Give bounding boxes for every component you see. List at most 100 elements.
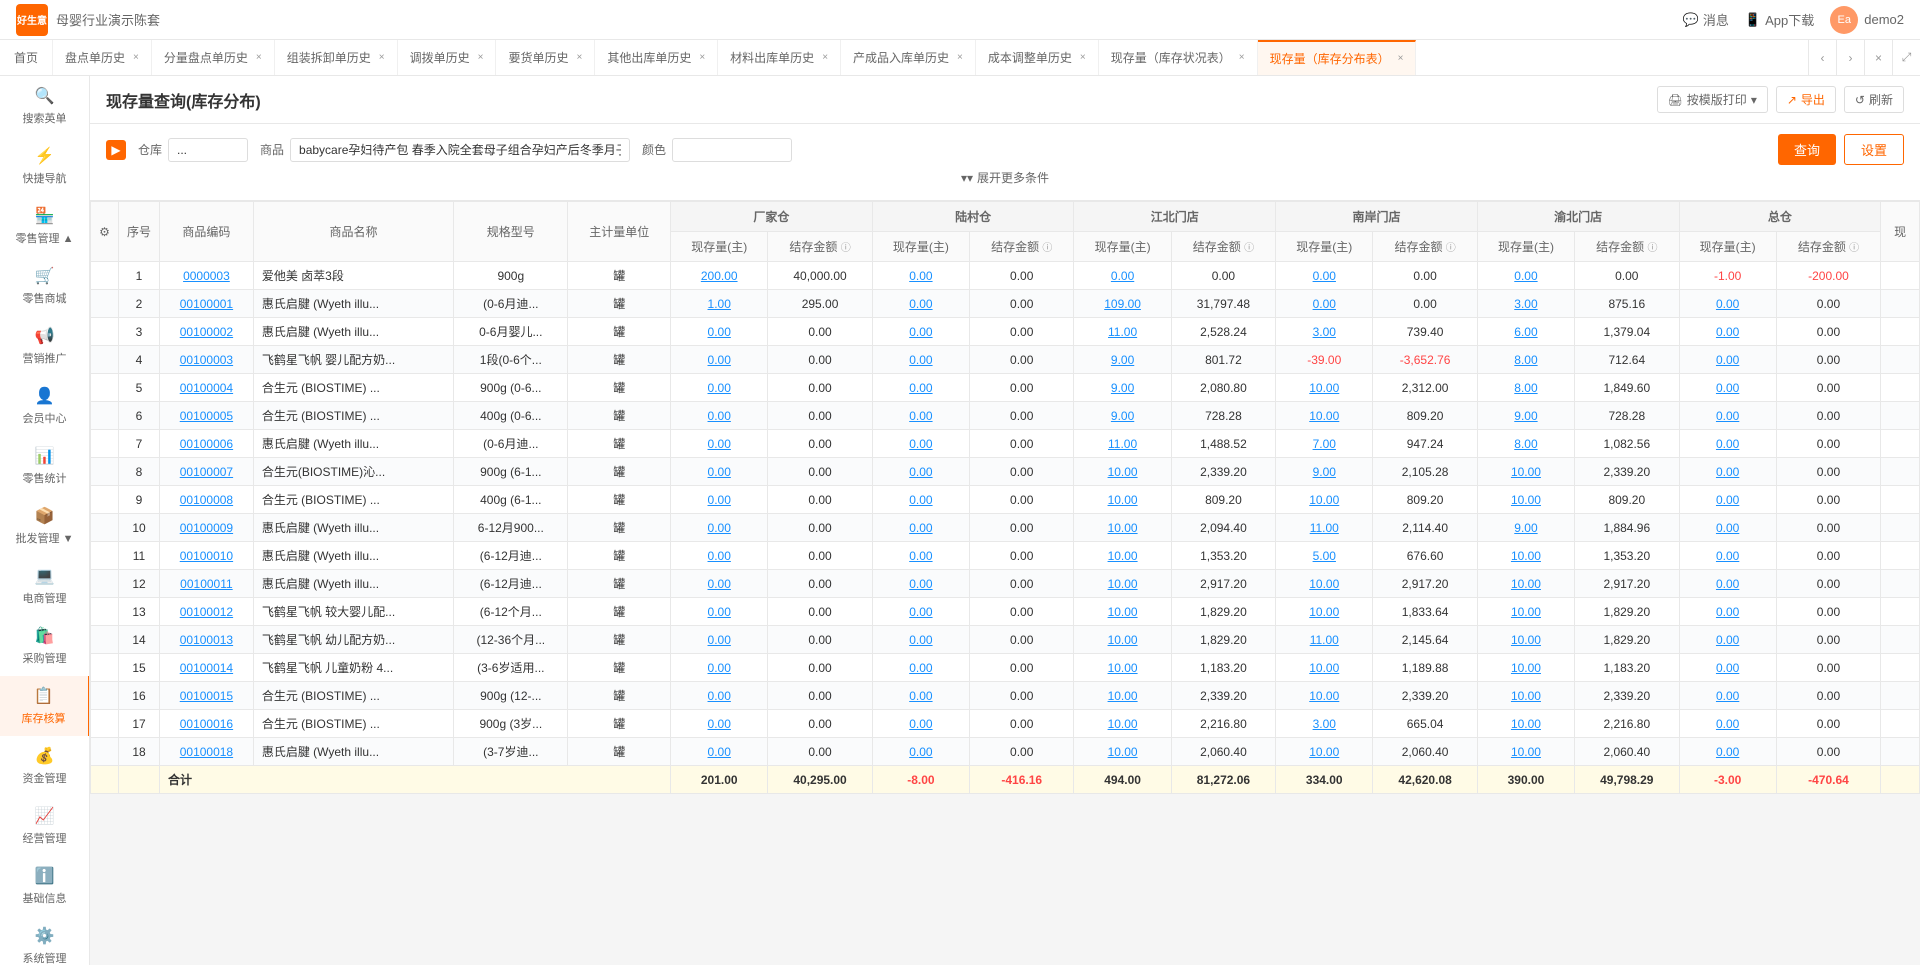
col-total-qty[interactable]: 0.00 xyxy=(1679,430,1776,458)
col-total-qty[interactable]: 0.00 xyxy=(1679,738,1776,766)
col-code[interactable]: 00100015 xyxy=(160,682,254,710)
col-total-qty[interactable]: 0.00 xyxy=(1679,710,1776,738)
nav-close-btn[interactable]: × xyxy=(1864,40,1892,76)
col-total-qty[interactable]: 0.00 xyxy=(1679,346,1776,374)
col-total-qty[interactable]: 0.00 xyxy=(1679,458,1776,486)
close-tab-5[interactable]: × xyxy=(576,52,582,63)
close-tab-4[interactable]: × xyxy=(478,52,484,63)
col-cf-qty[interactable]: 0.00 xyxy=(671,626,768,654)
col-code[interactable]: 00100002 xyxy=(160,318,254,346)
expand-more-btn[interactable]: ▾▾ 展开更多条件 xyxy=(961,169,1049,186)
col-jb-qty[interactable]: 11.00 xyxy=(1074,430,1171,458)
col-lc-qty[interactable]: 0.00 xyxy=(872,486,969,514)
sidebar-item-system[interactable]: ⚙️ 系统管理 xyxy=(0,916,90,965)
col-jb-qty[interactable]: 10.00 xyxy=(1074,570,1171,598)
col-code[interactable]: 00100009 xyxy=(160,514,254,542)
nav-tab-6[interactable]: 其他出库单历史 × xyxy=(595,40,718,76)
print-btn[interactable]: 🖨 按模版打印 ▾ xyxy=(1657,86,1768,113)
col-na-qty[interactable]: 10.00 xyxy=(1276,402,1373,430)
col-jb-qty[interactable]: 10.00 xyxy=(1074,654,1171,682)
query-btn[interactable]: 查询 xyxy=(1778,134,1836,165)
col-lc-qty[interactable]: 0.00 xyxy=(872,346,969,374)
col-total-qty[interactable]: 0.00 xyxy=(1679,654,1776,682)
col-cf-qty[interactable]: 0.00 xyxy=(671,486,768,514)
sidebar-item-ecommerce[interactable]: 💻 电商管理 xyxy=(0,556,90,616)
sidebar-item-wholesale[interactable]: 📦 批发管理 ▼ xyxy=(0,496,90,556)
col-yb-qty[interactable]: 10.00 xyxy=(1477,542,1574,570)
col-code[interactable]: 00100014 xyxy=(160,654,254,682)
col-total-qty[interactable]: 0.00 xyxy=(1679,486,1776,514)
col-yb-qty[interactable]: 9.00 xyxy=(1477,514,1574,542)
sidebar-item-member[interactable]: 👤 会员中心 xyxy=(0,376,90,436)
col-lc-qty[interactable]: 0.00 xyxy=(872,290,969,318)
col-jb-qty[interactable]: 10.00 xyxy=(1074,542,1171,570)
close-tab-2[interactable]: × xyxy=(256,52,262,63)
col-code[interactable]: 00100008 xyxy=(160,486,254,514)
sidebar-item-finance[interactable]: 💰 资金管理 xyxy=(0,736,90,796)
col-lc-qty[interactable]: 0.00 xyxy=(872,318,969,346)
user-area[interactable]: Ea demo2 xyxy=(1830,6,1904,34)
col-total-qty[interactable]: 0.00 xyxy=(1679,374,1776,402)
col-code[interactable]: 00100013 xyxy=(160,626,254,654)
col-na-qty[interactable]: 10.00 xyxy=(1276,598,1373,626)
sidebar-item-search[interactable]: 🔍 搜索英单 xyxy=(0,76,90,136)
col-jb-qty[interactable]: 10.00 xyxy=(1074,626,1171,654)
col-yb-qty[interactable]: 8.00 xyxy=(1477,374,1574,402)
col-code[interactable]: 00100016 xyxy=(160,710,254,738)
col-na-qty[interactable]: 3.00 xyxy=(1276,318,1373,346)
nav-tab-9[interactable]: 成本调整单历史 × xyxy=(976,40,1099,76)
col-lc-qty[interactable]: 0.00 xyxy=(872,542,969,570)
nav-tab-8[interactable]: 产成品入库单历史 × xyxy=(841,40,976,76)
col-total-qty[interactable]: -1.00 xyxy=(1679,262,1776,290)
col-na-qty[interactable]: 10.00 xyxy=(1276,374,1373,402)
col-na-qty[interactable]: 9.00 xyxy=(1276,458,1373,486)
warehouse-input[interactable] xyxy=(168,138,248,162)
sidebar-item-retail-stats[interactable]: 📊 零售统计 xyxy=(0,436,90,496)
col-jb-qty[interactable]: 9.00 xyxy=(1074,346,1171,374)
col-lc-qty[interactable]: 0.00 xyxy=(872,598,969,626)
yb-amt-info[interactable]: ⓘ xyxy=(1647,243,1657,254)
col-yb-qty[interactable]: 10.00 xyxy=(1477,626,1574,654)
col-total-qty[interactable]: 0.00 xyxy=(1679,542,1776,570)
sidebar-item-quicknav[interactable]: ⚡ 快捷导航 xyxy=(0,136,90,196)
col-yb-qty[interactable]: 3.00 xyxy=(1477,290,1574,318)
col-cf-qty[interactable]: 0.00 xyxy=(671,346,768,374)
nav-next-btn[interactable]: › xyxy=(1836,40,1864,76)
col-na-qty[interactable]: 0.00 xyxy=(1276,262,1373,290)
col-cf-qty[interactable]: 0.00 xyxy=(671,738,768,766)
close-tab-7[interactable]: × xyxy=(822,52,828,63)
col-yb-qty[interactable]: 9.00 xyxy=(1477,402,1574,430)
col-total-qty[interactable]: 0.00 xyxy=(1679,402,1776,430)
msg-btn[interactable]: 💬 消息 xyxy=(1683,10,1729,29)
close-tab-1[interactable]: × xyxy=(133,52,139,63)
total-amt-info[interactable]: ⓘ xyxy=(1849,243,1859,254)
col-cf-qty[interactable]: 0.00 xyxy=(671,542,768,570)
col-lc-qty[interactable]: 0.00 xyxy=(872,626,969,654)
lc-amt-info[interactable]: ⓘ xyxy=(1042,243,1052,254)
col-cf-qty[interactable]: 0.00 xyxy=(671,570,768,598)
col-cf-qty[interactable]: 200.00 xyxy=(671,262,768,290)
col-cf-qty[interactable]: 0.00 xyxy=(671,458,768,486)
sidebar-item-inventory[interactable]: 📋 库存核算 xyxy=(0,676,90,736)
col-jb-qty[interactable]: 10.00 xyxy=(1074,486,1171,514)
col-jb-qty[interactable]: 10.00 xyxy=(1074,598,1171,626)
col-code[interactable]: 00100011 xyxy=(160,570,254,598)
col-cf-qty[interactable]: 0.00 xyxy=(671,430,768,458)
col-code[interactable]: 00100001 xyxy=(160,290,254,318)
col-jb-qty[interactable]: 10.00 xyxy=(1074,682,1171,710)
nav-tab-3[interactable]: 组装拆卸单历史 × xyxy=(275,40,398,76)
sidebar-item-mall[interactable]: 🛒 零售商城 xyxy=(0,256,90,316)
export-btn[interactable]: ↗ 导出 xyxy=(1776,86,1836,113)
col-total-qty[interactable]: 0.00 xyxy=(1679,626,1776,654)
col-total-qty[interactable]: 0.00 xyxy=(1679,598,1776,626)
col-code[interactable]: 00100004 xyxy=(160,374,254,402)
expand-btn[interactable]: ▶ xyxy=(106,140,126,160)
col-lc-qty[interactable]: 0.00 xyxy=(872,262,969,290)
sidebar-item-purchase[interactable]: 🛍️ 采购管理 xyxy=(0,616,90,676)
col-cf-qty[interactable]: 0.00 xyxy=(671,682,768,710)
col-na-qty[interactable]: 11.00 xyxy=(1276,626,1373,654)
col-na-qty[interactable]: 10.00 xyxy=(1276,682,1373,710)
sidebar-item-basic[interactable]: ℹ️ 基础信息 xyxy=(0,856,90,916)
settings-btn[interactable]: 设置 xyxy=(1844,134,1904,165)
col-cf-qty[interactable]: 0.00 xyxy=(671,598,768,626)
